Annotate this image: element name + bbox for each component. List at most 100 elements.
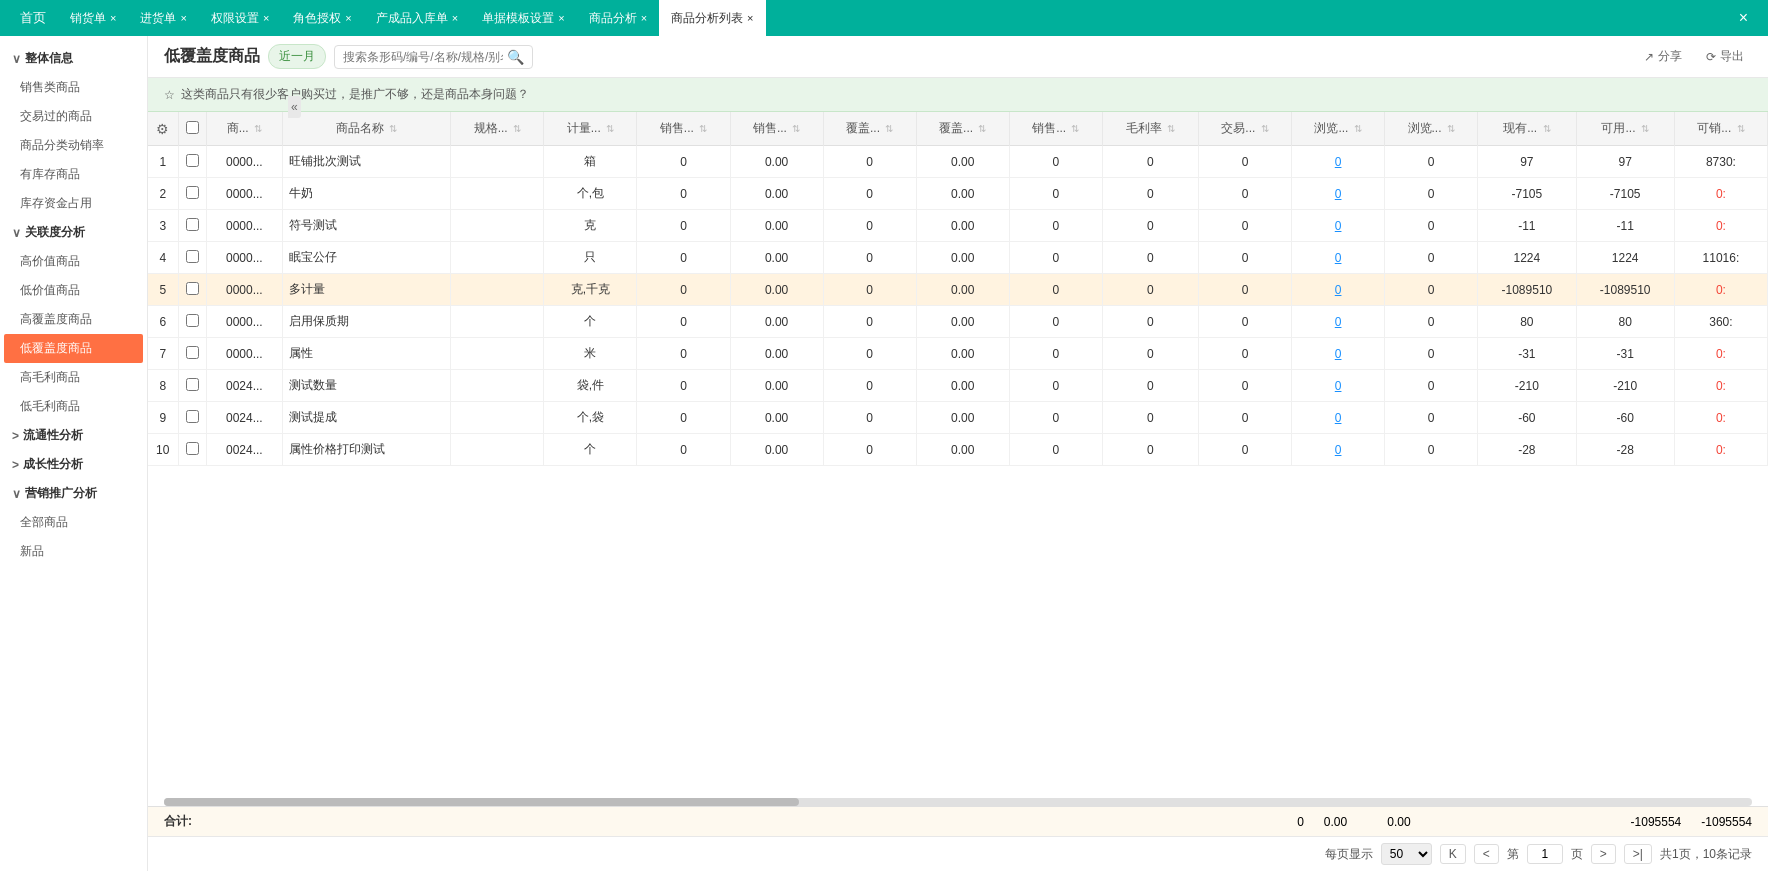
browse-link[interactable]: 0 <box>1335 283 1342 297</box>
row-checkbox-cell[interactable] <box>178 434 206 466</box>
sidebar-item-high-value[interactable]: 高价值商品 <box>0 247 147 276</box>
gross-rate-column-header[interactable]: 毛利率 ⇅ <box>1102 112 1198 146</box>
row-checkbox-cell[interactable] <box>178 370 206 402</box>
sidebar-item-high-margin[interactable]: 高毛利商品 <box>0 363 147 392</box>
row-browse1[interactable]: 0 <box>1292 338 1385 370</box>
row-checkbox-cell[interactable] <box>178 338 206 370</box>
row-browse1[interactable]: 0 <box>1292 178 1385 210</box>
row-browse1[interactable]: 0 <box>1292 274 1385 306</box>
sidebar-item-new-goods[interactable]: 新品 <box>0 537 147 566</box>
browse-link[interactable]: 0 <box>1335 347 1342 361</box>
trans-column-header[interactable]: 交易... ⇅ <box>1199 112 1292 146</box>
first-page-button[interactable]: K <box>1440 844 1466 864</box>
row-checkbox[interactable] <box>186 218 199 231</box>
close-product-analysis-list-icon[interactable]: × <box>747 12 753 24</box>
cover1-column-header[interactable]: 覆盖... ⇅ <box>823 112 916 146</box>
row-browse1[interactable]: 0 <box>1292 306 1385 338</box>
sidebar-section-relevance[interactable]: ∨ 关联度分析 <box>0 218 147 247</box>
saleable-column-header[interactable]: 可销... ⇅ <box>1674 112 1767 146</box>
nav-purchase-order[interactable]: 进货单 × <box>128 0 198 36</box>
prev-page-button[interactable]: < <box>1474 844 1499 864</box>
sidebar-item-stocked-goods[interactable]: 有库存商品 <box>0 160 147 189</box>
nav-home[interactable]: 首页 <box>8 0 58 36</box>
sidebar-section-overall[interactable]: ∨ 整体信息 <box>0 44 147 73</box>
row-checkbox[interactable] <box>186 314 199 327</box>
sidebar-item-category-turnover[interactable]: 商品分类动销率 <box>0 131 147 160</box>
row-checkbox-cell[interactable] <box>178 178 206 210</box>
browse1-column-header[interactable]: 浏览... ⇅ <box>1292 112 1385 146</box>
nav-permission-settings[interactable]: 权限设置 × <box>199 0 281 36</box>
browse-link[interactable]: 0 <box>1335 411 1342 425</box>
close-template-icon[interactable]: × <box>558 12 564 24</box>
search-icon[interactable]: 🔍 <box>507 49 524 65</box>
sidebar-item-all-goods[interactable]: 全部商品 <box>0 508 147 537</box>
scroll-thumb[interactable] <box>164 798 799 806</box>
browse-link[interactable]: 0 <box>1335 251 1342 265</box>
sidebar-section-circulation[interactable]: > 流通性分析 <box>0 421 147 450</box>
sidebar-item-low-margin[interactable]: 低毛利商品 <box>0 392 147 421</box>
sidebar-item-inventory-capital[interactable]: 库存资金占用 <box>0 189 147 218</box>
browse-link[interactable]: 0 <box>1335 315 1342 329</box>
row-checkbox-cell[interactable] <box>178 146 206 178</box>
row-checkbox-cell[interactable] <box>178 242 206 274</box>
sidebar-section-marketing[interactable]: ∨ 营销推广分析 <box>0 479 147 508</box>
nav-template-settings[interactable]: 单据模板设置 × <box>470 0 576 36</box>
close-product-analysis-icon[interactable]: × <box>641 12 647 24</box>
checkbox-header[interactable] <box>178 112 206 146</box>
cover2-column-header[interactable]: 覆盖... ⇅ <box>916 112 1009 146</box>
nav-product-inbound[interactable]: 产成品入库单 × <box>364 0 470 36</box>
close-sales-order-icon[interactable]: × <box>110 12 116 24</box>
share-button[interactable]: ↗ 分享 <box>1636 44 1690 69</box>
close-role-auth-icon[interactable]: × <box>345 12 351 24</box>
page-size-select[interactable]: 50 10 20 100 <box>1381 843 1432 865</box>
close-purchase-order-icon[interactable]: × <box>180 12 186 24</box>
nav-role-auth[interactable]: 角色授权 × <box>281 0 363 36</box>
sidebar-item-sales-goods[interactable]: 销售类商品 <box>0 73 147 102</box>
column-settings-icon[interactable]: ⚙ <box>156 121 169 137</box>
row-checkbox[interactable] <box>186 186 199 199</box>
search-input[interactable] <box>343 50 503 64</box>
close-product-inbound-icon[interactable]: × <box>452 12 458 24</box>
spec-column-header[interactable]: 规格... ⇅ <box>451 112 544 146</box>
page-number-input[interactable] <box>1527 844 1563 864</box>
row-checkbox-cell[interactable] <box>178 306 206 338</box>
sidebar-item-traded-goods[interactable]: 交易过的商品 <box>0 102 147 131</box>
row-checkbox-cell[interactable] <box>178 210 206 242</box>
sidebar-section-growth[interactable]: > 成长性分析 <box>0 450 147 479</box>
last-page-button[interactable]: >| <box>1624 844 1652 864</box>
row-checkbox[interactable] <box>186 442 199 455</box>
horizontal-scrollbar[interactable] <box>164 798 1752 806</box>
export-button[interactable]: ⟳ 导出 <box>1698 44 1752 69</box>
row-checkbox[interactable] <box>186 250 199 263</box>
name-column-header[interactable]: 商品名称 ⇅ <box>283 112 451 146</box>
sidebar-item-low-value[interactable]: 低价值商品 <box>0 276 147 305</box>
next-page-button[interactable]: > <box>1591 844 1616 864</box>
settings-column-header[interactable]: ⚙ <box>148 112 178 146</box>
unit-column-header[interactable]: 计量... ⇅ <box>544 112 637 146</box>
sidebar-item-low-coverage[interactable]: 低覆盖度商品 <box>4 334 143 363</box>
row-checkbox[interactable] <box>186 154 199 167</box>
row-browse1[interactable]: 0 <box>1292 210 1385 242</box>
nav-sales-order[interactable]: 销货单 × <box>58 0 128 36</box>
close-permission-icon[interactable]: × <box>263 12 269 24</box>
nav-product-analysis-list[interactable]: 商品分析列表 × <box>659 0 765 36</box>
sidebar-item-high-coverage[interactable]: 高覆盖度商品 <box>0 305 147 334</box>
browse-link[interactable]: 0 <box>1335 187 1342 201</box>
code-column-header[interactable]: 商... ⇅ <box>206 112 283 146</box>
select-all-checkbox[interactable] <box>186 121 199 134</box>
sales3-column-header[interactable]: 销售... ⇅ <box>1009 112 1102 146</box>
row-browse1[interactable]: 0 <box>1292 146 1385 178</box>
row-checkbox[interactable] <box>186 282 199 295</box>
sales1-column-header[interactable]: 销售... ⇅ <box>637 112 730 146</box>
row-checkbox[interactable] <box>186 346 199 359</box>
time-filter-button[interactable]: 近一月 <box>268 44 326 69</box>
available-column-header[interactable]: 可用... ⇅ <box>1576 112 1674 146</box>
browse-link[interactable]: 0 <box>1335 379 1342 393</box>
browse-link[interactable]: 0 <box>1335 219 1342 233</box>
browse2-column-header[interactable]: 浏览... ⇅ <box>1385 112 1478 146</box>
current-column-header[interactable]: 现有... ⇅ <box>1478 112 1576 146</box>
row-browse1[interactable]: 0 <box>1292 434 1385 466</box>
sidebar-collapse-button[interactable]: « <box>288 96 301 118</box>
row-checkbox[interactable] <box>186 378 199 391</box>
browse-link[interactable]: 0 <box>1335 155 1342 169</box>
